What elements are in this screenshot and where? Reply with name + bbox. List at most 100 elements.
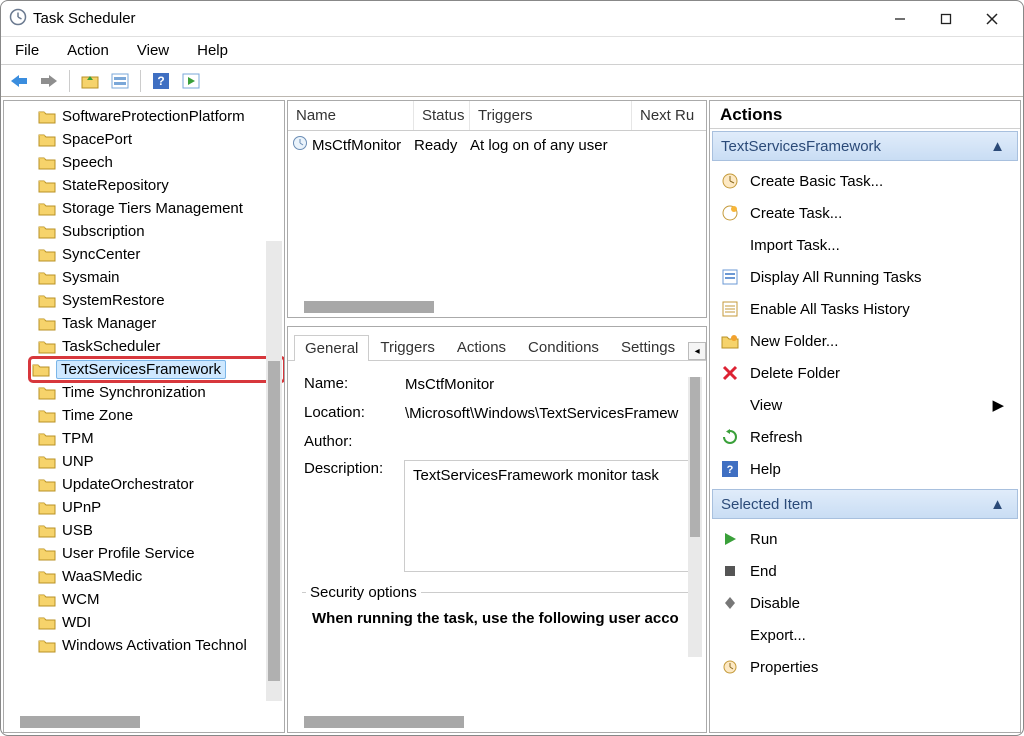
- folder-up-icon[interactable]: [78, 69, 102, 93]
- tree-item[interactable]: TPM: [38, 427, 284, 450]
- run-icon[interactable]: [179, 69, 203, 93]
- actions-list-framework: Create Basic Task...Create Task... Import…: [710, 163, 1020, 487]
- tree-item[interactable]: TaskScheduler: [38, 335, 284, 358]
- tree-item[interactable]: UNP: [38, 450, 284, 473]
- action-item[interactable]: Display All Running Tasks: [714, 261, 1016, 293]
- tree-item[interactable]: Subscription: [38, 220, 284, 243]
- details-hscroll[interactable]: [304, 716, 464, 728]
- tree-list[interactable]: SoftwareProtectionPlatformSpacePortSpeec…: [4, 101, 284, 657]
- action-item[interactable]: Import Task...: [714, 229, 1016, 261]
- tab-conditions[interactable]: Conditions: [517, 334, 610, 360]
- action-item[interactable]: Create Basic Task...: [714, 165, 1016, 197]
- details-scrollbar[interactable]: [688, 377, 702, 657]
- collapse-icon: ▲: [990, 138, 1005, 155]
- tree-item[interactable]: SoftwareProtectionPlatform: [38, 105, 284, 128]
- tree-item[interactable]: Sysmain: [38, 266, 284, 289]
- tree-item[interactable]: Task Manager: [38, 312, 284, 335]
- center-panel: Name Status Triggers Next Ru MsCtfMonito…: [287, 100, 707, 733]
- folder-icon: [38, 638, 56, 653]
- tree-item[interactable]: TextServicesFramework: [30, 358, 284, 381]
- tree-hscroll[interactable]: [20, 716, 140, 728]
- minimize-button[interactable]: [877, 3, 923, 35]
- maximize-button[interactable]: [923, 3, 969, 35]
- tab-actions[interactable]: Actions: [446, 334, 517, 360]
- close-button[interactable]: [969, 3, 1015, 35]
- tree-item[interactable]: Time Zone: [38, 404, 284, 427]
- tree-item[interactable]: WaaSMedic: [38, 565, 284, 588]
- col-status[interactable]: Status: [414, 101, 470, 130]
- tasks-icon: [720, 268, 740, 286]
- tree-item[interactable]: Speech: [38, 151, 284, 174]
- tree-item[interactable]: StateRepository: [38, 174, 284, 197]
- tree-item[interactable]: WDI: [38, 611, 284, 634]
- menu-action[interactable]: Action: [61, 40, 115, 61]
- properties-icon: [720, 659, 740, 675]
- action-item[interactable]: New Folder...: [714, 325, 1016, 357]
- action-item[interactable]: Disable: [714, 587, 1016, 619]
- col-name[interactable]: Name: [288, 101, 414, 130]
- tree-item[interactable]: SpacePort: [38, 128, 284, 151]
- actions-section-title: Selected Item: [721, 496, 813, 513]
- menu-file[interactable]: File: [9, 40, 45, 61]
- action-label: Import Task...: [750, 237, 840, 254]
- tree-scrollbar[interactable]: [266, 241, 282, 701]
- tree-item[interactable]: SyncCenter: [38, 243, 284, 266]
- folder-icon: [38, 224, 56, 239]
- actions-section-selected[interactable]: Selected Item ▲: [712, 489, 1018, 519]
- folder-icon: [38, 454, 56, 469]
- task-list-hscroll[interactable]: [304, 301, 434, 313]
- col-triggers[interactable]: Triggers: [470, 101, 632, 130]
- tree-item-label: UNP: [62, 453, 94, 470]
- clock-icon: [9, 8, 27, 29]
- tree-item-label: TaskScheduler: [62, 338, 160, 355]
- action-item[interactable]: End: [714, 555, 1016, 587]
- tab-triggers[interactable]: Triggers: [369, 334, 445, 360]
- menu-help[interactable]: Help: [191, 40, 234, 61]
- col-next[interactable]: Next Ru: [632, 101, 706, 130]
- disable-icon: [720, 595, 740, 611]
- action-item[interactable]: ?Help: [714, 453, 1016, 485]
- action-label: Display All Running Tasks: [750, 269, 921, 286]
- task-row[interactable]: MsCtfMonitor Ready At log on of any user: [288, 131, 706, 159]
- tree-item-label: Sysmain: [62, 269, 120, 286]
- clock-icon: [292, 135, 308, 155]
- folder-icon: [32, 362, 50, 377]
- forward-icon[interactable]: [37, 69, 61, 93]
- help-icon: ?: [720, 461, 740, 477]
- label-name: Name:: [304, 375, 400, 392]
- tree-item[interactable]: SystemRestore: [38, 289, 284, 312]
- action-item[interactable]: Properties: [714, 651, 1016, 683]
- tab-general[interactable]: General: [294, 335, 369, 361]
- action-label: Properties: [750, 659, 818, 676]
- action-item[interactable]: Refresh: [714, 421, 1016, 453]
- titlebar: Task Scheduler: [1, 1, 1023, 37]
- menu-view[interactable]: View: [131, 40, 175, 61]
- properties-icon[interactable]: [108, 69, 132, 93]
- delete-icon: [720, 365, 740, 381]
- tab-right-icon[interactable]: ▸: [706, 342, 707, 360]
- action-item[interactable]: Create Task...: [714, 197, 1016, 229]
- details-panel: General Triggers Actions Conditions Sett…: [287, 326, 707, 733]
- tree-item[interactable]: Storage Tiers Management: [38, 197, 284, 220]
- actions-section-framework[interactable]: TextServicesFramework ▲: [712, 131, 1018, 161]
- action-item[interactable]: Export...: [714, 619, 1016, 651]
- tree-item[interactable]: User Profile Service: [38, 542, 284, 565]
- folder-icon: [38, 293, 56, 308]
- tree-item[interactable]: USB: [38, 519, 284, 542]
- tree-item[interactable]: Windows Activation Technol: [38, 634, 284, 657]
- back-icon[interactable]: [7, 69, 31, 93]
- tab-left-icon[interactable]: ◂: [688, 342, 706, 360]
- tree-item[interactable]: WCM: [38, 588, 284, 611]
- history-icon: [720, 300, 740, 318]
- action-item[interactable]: Delete Folder: [714, 357, 1016, 389]
- action-item[interactable]: View▶: [714, 389, 1016, 421]
- tree-item-label: UPnP: [62, 499, 101, 516]
- tab-settings[interactable]: Settings: [610, 334, 686, 360]
- tree-item[interactable]: UpdateOrchestrator: [38, 473, 284, 496]
- action-item[interactable]: Run: [714, 523, 1016, 555]
- help-icon[interactable]: ?: [149, 69, 173, 93]
- tree-item[interactable]: UPnP: [38, 496, 284, 519]
- folder-icon: [38, 201, 56, 216]
- tree-item[interactable]: Time Synchronization: [38, 381, 284, 404]
- action-item[interactable]: Enable All Tasks History: [714, 293, 1016, 325]
